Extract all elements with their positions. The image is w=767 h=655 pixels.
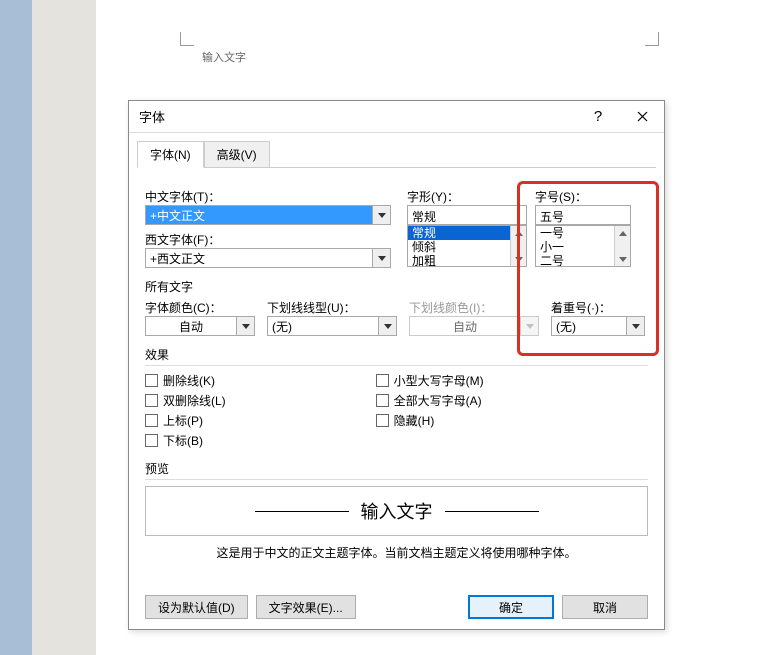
chevron-down-icon [372, 206, 390, 224]
close-icon [637, 111, 648, 122]
titlebar: 字体 ? [129, 101, 664, 133]
size-scrollbar[interactable] [614, 226, 630, 266]
chk-superscript-label: 上标(P) [163, 412, 203, 429]
tab-font[interactable]: 字体(N) [137, 141, 204, 168]
chk-strike[interactable]: 删除线(K) [145, 370, 226, 390]
cancel-button[interactable]: 取消 [562, 595, 648, 619]
west-font-combo[interactable]: +西文正文 [145, 248, 391, 268]
chk-subscript[interactable]: 下标(B) [145, 430, 226, 450]
cn-font-combo[interactable]: +中文正文 [145, 205, 391, 225]
chk-dblstrike[interactable]: 双删除线(L) [145, 390, 226, 410]
tab-strip: 字体(N) 高级(V) [129, 133, 664, 168]
label-all-text: 所有文字 [145, 278, 648, 295]
emphasis-value: (无) [552, 317, 626, 335]
style-option[interactable]: 常规 [408, 226, 526, 240]
chevron-down-icon [626, 317, 644, 335]
doc-placeholder-text: 输入文字 [202, 49, 246, 65]
label-effects: 效果 [145, 346, 648, 363]
label-font-color: 字体颜色(C)： [145, 299, 255, 316]
label-emphasis: 着重号(·)： [551, 299, 645, 316]
chk-dblstrike-label: 双删除线(L) [163, 392, 226, 409]
underline-combo[interactable]: (无) [267, 316, 397, 336]
chk-hidden[interactable]: 隐藏(H) [376, 410, 484, 430]
preview-note: 这是用于中文的正文主题字体。当前文档主题定义将使用哪种字体。 [145, 544, 648, 561]
chevron-down-icon [236, 317, 254, 335]
size-input[interactable]: 五号 [535, 205, 631, 225]
style-option[interactable]: 倾斜 [408, 240, 526, 254]
label-cn-font: 中文字体(T)： [145, 188, 391, 205]
chk-smallcaps-label: 小型大写字母(M) [394, 372, 484, 389]
underline-value: (无) [268, 317, 378, 335]
style-list[interactable]: 常规 倾斜 加粗 [407, 225, 527, 267]
style-input[interactable]: 常规 [407, 205, 527, 225]
text-effects-button[interactable]: 文字效果(E)... [256, 595, 356, 619]
page-margin-corner-left [180, 32, 194, 46]
west-font-value: +西文正文 [146, 249, 372, 267]
chk-subscript-label: 下标(B) [163, 432, 203, 449]
chk-hidden-label: 隐藏(H) [394, 412, 435, 429]
style-option[interactable]: 加粗 [408, 254, 526, 267]
page-margin-corner-right [645, 32, 659, 46]
dialog-body: 中文字体(T)： +中文正文 西文字体(F)： +西文正文 字形(Y)： 常规 … [129, 168, 664, 561]
label-underline: 下划线线型(U)： [267, 299, 397, 316]
label-west-font: 西文字体(F)： [145, 231, 391, 248]
label-size: 字号(S)： [535, 188, 631, 205]
preview-box: 输入文字 [145, 486, 648, 536]
chk-smallcaps[interactable]: 小型大写字母(M) [376, 370, 484, 390]
button-row: 设为默认值(D) 文字效果(E)... 确定 取消 [129, 595, 664, 619]
font-color-value: 自动 [146, 317, 236, 335]
style-scrollbar[interactable] [510, 226, 526, 266]
tab-advanced[interactable]: 高级(V) [204, 141, 270, 168]
dialog-title: 字体 [139, 107, 576, 126]
caret-down-icon [511, 252, 526, 266]
emphasis-combo[interactable]: (无) [551, 316, 645, 336]
chk-allcaps[interactable]: 全部大写字母(A) [376, 390, 484, 410]
chk-superscript[interactable]: 上标(P) [145, 410, 226, 430]
underline-color-combo: 自动 [409, 316, 539, 336]
cn-font-value: +中文正文 [146, 206, 372, 224]
chk-allcaps-label: 全部大写字母(A) [394, 392, 482, 409]
help-button[interactable]: ? [576, 101, 620, 133]
label-style: 字形(Y)： [407, 188, 527, 205]
chevron-down-icon [378, 317, 396, 335]
ok-button[interactable]: 确定 [468, 595, 554, 619]
chk-strike-label: 删除线(K) [163, 372, 215, 389]
chevron-down-icon [372, 249, 390, 267]
caret-up-icon [511, 226, 526, 240]
close-button[interactable] [620, 101, 664, 133]
caret-down-icon [615, 252, 630, 266]
set-default-button[interactable]: 设为默认值(D) [145, 595, 248, 619]
font-dialog: 字体 ? 字体(N) 高级(V) 中文字体(T)： +中文正文 西文字体(F)：… [128, 100, 665, 630]
size-list[interactable]: 一号 小一 二号 [535, 225, 631, 267]
font-color-combo[interactable]: 自动 [145, 316, 255, 336]
caret-up-icon [615, 226, 630, 240]
underline-color-value: 自动 [410, 317, 520, 335]
chevron-down-icon [520, 317, 538, 335]
label-underline-color: 下划线颜色(I)： [409, 299, 539, 316]
label-preview: 预览 [145, 460, 648, 477]
preview-text: 输入文字 [349, 498, 445, 524]
